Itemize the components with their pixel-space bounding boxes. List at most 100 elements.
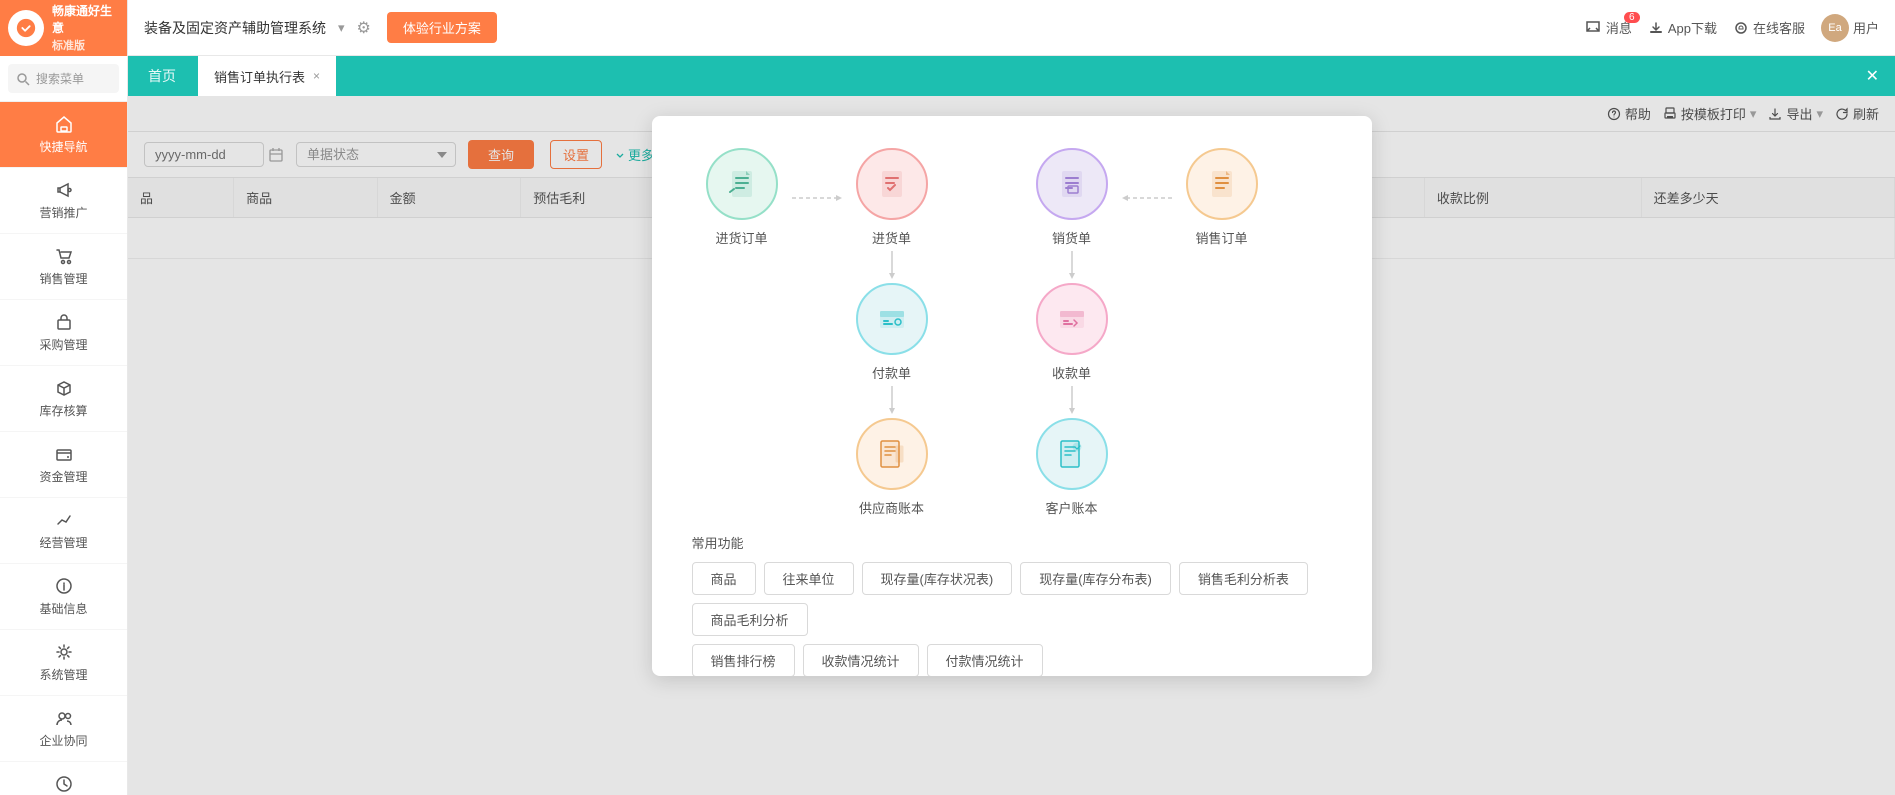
search-label: 搜索菜单 [36,70,84,87]
system-title: 装备及固定资产辅助管理系统 [144,18,326,38]
flow-label-purchase: 进货单 [872,228,911,247]
search-menu-button[interactable]: 搜索菜单 [8,64,119,93]
chart-icon [54,510,74,530]
func-btn-stock-status[interactable]: 现存量(库存状况表) [862,562,1013,595]
func-btn-receipt-stats[interactable]: 收款情况统计 [803,644,919,676]
service-icon [1733,20,1749,36]
user-name: 用户 [1853,18,1879,37]
cart-icon [54,246,74,266]
sidebar-item-purchase[interactable]: 采购管理 [0,300,127,366]
online-service-label: 在线客服 [1753,18,1805,37]
flow-circle-sales-order [1186,148,1258,220]
sidebar-item-label: 营销推广 [39,204,87,221]
gear-icon[interactable]: ⚙ [357,18,371,38]
sidebar-item-label: 系统管理 [39,666,87,683]
search-icon [16,72,30,86]
settings-icon [54,642,74,662]
down-arrow-receipt [1067,386,1077,414]
sidebar-item-label: 基础信息 [39,600,87,617]
flow-item-sales-order[interactable]: 销售订单 [1186,148,1258,247]
app-download-label: App下载 [1668,18,1717,37]
sidebar-logo: 畅康通好生意 标准版 [0,0,127,56]
megaphone-icon [54,180,74,200]
flow-label-payment: 付款单 [872,363,911,382]
message-btn[interactable]: 消息 6 [1584,18,1632,37]
sidebar-item-finance[interactable]: 资金管理 [0,432,127,498]
logo-icon [8,10,44,46]
tab-active-label: 销售订单执行表 [214,67,305,86]
tab-home[interactable]: 首页 [128,56,196,96]
user-info[interactable]: Ea 用户 [1821,14,1879,42]
tab-active[interactable]: 销售订单执行表 × [198,56,336,96]
download-icon [1648,20,1664,36]
app-download-btn[interactable]: App下载 [1648,18,1717,37]
down-arrow-purchase [887,251,897,279]
flow-label-purchase-order: 进货订单 [715,228,767,247]
flow-label-sales: 销货单 [1052,228,1091,247]
message-icon [1584,19,1602,37]
func-btn-sales-rank[interactable]: 销售排行榜 [692,644,795,676]
flow-item-purchase-order[interactable]: 进货订单 [706,148,778,247]
sidebar-item-basic-info[interactable]: 基础信息 [0,564,127,630]
flow-circle-purchase-order [706,148,778,220]
func-buttons-row2: 销售排行榜 收款情况统计 付款情况统计 [692,644,1332,676]
func-btn-sales-gross[interactable]: 销售毛利分析表 [1179,562,1308,595]
flow-item-receipt[interactable]: 收款单 [1036,283,1108,382]
sidebar-item-quick-nav[interactable]: 快捷导航 [0,102,127,168]
func-btn-partners[interactable]: 往来单位 [764,562,854,595]
sidebar-item-label: 经营管理 [39,534,87,551]
flow-label-customer-ledger: 客户账本 [1045,498,1097,517]
avatar: Ea [1821,14,1849,42]
home-icon [54,114,74,134]
flow-circle-customer-ledger [1036,418,1108,490]
sidebar-search[interactable]: 搜索菜单 [0,56,127,102]
message-badge: 6 [1624,12,1640,23]
box-icon [54,378,74,398]
sidebar-nav: 快捷导航 营销推广 销售管理 采购管理 库存核算 资金管理 [0,102,127,795]
sidebar-item-marketing[interactable]: 营销推广 [0,168,127,234]
avatar-text: Ea [1828,22,1841,34]
func-btn-payment-stats[interactable]: 付款情况统计 [927,644,1043,676]
flow-label-receipt: 收款单 [1052,363,1091,382]
sidebar-item-system[interactable]: 系统管理 [0,630,127,696]
sidebar-item-label: 销售管理 [39,270,87,287]
func-btn-goods-gross[interactable]: 商品毛利分析 [692,603,808,636]
online-service-btn[interactable]: 在线客服 [1733,18,1805,37]
flow-circle-purchase [856,148,928,220]
down-arrow-sales [1067,251,1077,279]
arrow-h-1 [792,193,842,203]
try-btn[interactable]: 体验行业方案 [387,12,497,43]
flow-item-customer-ledger[interactable]: 客户账本 [1036,418,1108,517]
team-icon [54,708,74,728]
top-bar-right: 消息 6 App下载 在线客服 Ea 用户 [1584,14,1879,42]
flow-label-supplier-ledger: 供应商账本 [859,498,924,517]
sidebar: 畅康通好生意 标准版 搜索菜单 快捷导航 营销推广 销售管理 [0,0,128,795]
func-btn-stock-dist[interactable]: 现存量(库存分布表) [1020,562,1171,595]
flow-circle-sales [1036,148,1108,220]
wallet-icon [54,444,74,464]
down-arrow-payment [887,386,897,414]
flow-circle-supplier-ledger [856,418,928,490]
flow-item-purchase[interactable]: 进货单 [856,148,928,247]
flow-circle-receipt [1036,283,1108,355]
flow-item-sales[interactable]: 销货单 [1036,148,1108,247]
sidebar-item-label: 采购管理 [39,336,87,353]
flow-item-payment[interactable]: 付款单 [856,283,928,382]
popup-overlay[interactable]: 进货订单 进货单 [128,96,1895,795]
content-area: 帮助 按模板打印 ▾ 导出 ▾ 刷新 [128,96,1895,795]
tab-close-icon[interactable]: × [313,69,320,83]
sidebar-item-operations[interactable]: 经营管理 [0,498,127,564]
func-btn-goods[interactable]: 商品 [692,562,756,595]
arrow-h-2 [1122,193,1172,203]
sidebar-item-sales[interactable]: 销售管理 [0,234,127,300]
sidebar-item-label: 企业协同 [39,732,87,749]
logo-sub: 标准版 [52,37,119,53]
sidebar-item-inventory[interactable]: 库存核算 [0,366,127,432]
flow-label-sales-order: 销售订单 [1195,228,1247,247]
sidebar-item-enterprise[interactable]: 企业协同 [0,696,127,762]
sidebar-item-beginner[interactable]: 新手引导 [0,762,127,795]
popup-box: 进货订单 进货单 [652,116,1372,676]
tab-bar-close-btn[interactable]: ✕ [1850,56,1895,96]
dropdown-icon[interactable]: ▾ [338,20,345,36]
flow-item-supplier-ledger[interactable]: 供应商账本 [856,418,928,517]
